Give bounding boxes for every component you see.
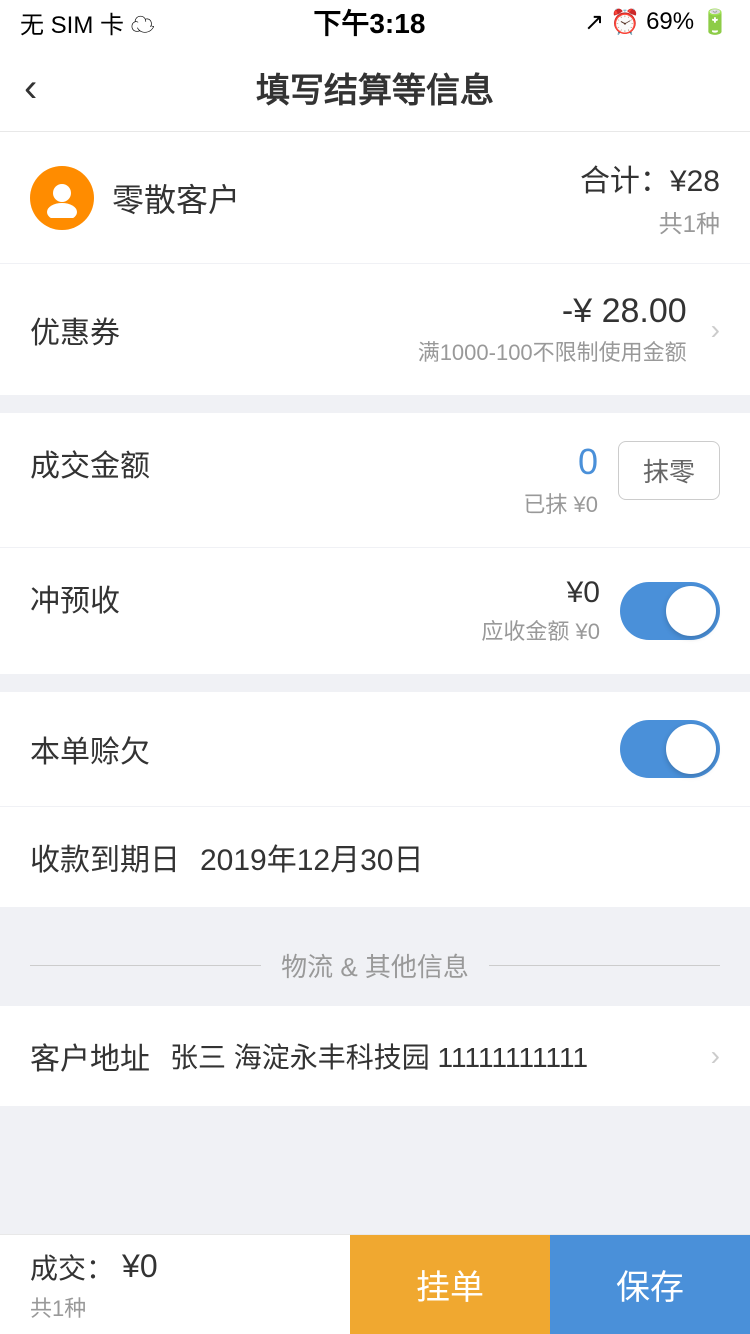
pending-button[interactable]: 挂单 xyxy=(350,1235,550,1334)
bottom-bar: 成交： ¥0 共1种 挂单 保存 xyxy=(0,1234,750,1334)
coupon-sub: 满1000-100不限制使用金额 xyxy=(418,335,687,367)
address-row[interactable]: 客户地址 张三 海淀永丰科技园 11111111111 › xyxy=(0,1006,750,1106)
prepay-label: 冲预收 xyxy=(30,576,120,620)
prepay-right: ¥0 应收金额 ¥0 xyxy=(481,576,720,646)
customer-right: 合计：¥28 共1种 xyxy=(580,156,720,239)
coupon-row[interactable]: 优惠券 -¥ 28.00 满1000-100不限制使用金额 › xyxy=(0,263,750,395)
address-value: 张三 海淀永丰科技园 11111111111 xyxy=(170,1036,703,1076)
bottom-transaction-label: 成交： xyxy=(30,1247,114,1287)
debt-row: 本单赊欠 xyxy=(0,692,750,806)
status-bar: 无 SIM 卡 ☁ 下午3:18 ↗ ⏰ 69% 🔋 xyxy=(0,0,750,44)
coupon-amount: -¥ 28.00 xyxy=(418,292,687,331)
debt-toggle[interactable] xyxy=(620,720,720,778)
page-spacer xyxy=(0,1124,750,1244)
save-button[interactable]: 保存 xyxy=(550,1235,750,1334)
transaction-sub: 已抹 ¥0 xyxy=(523,487,598,519)
toggle-thumb xyxy=(666,586,716,636)
total-count: 共1种 xyxy=(580,204,720,239)
page-title: 填写结算等信息 xyxy=(256,63,494,112)
status-time: 下午3:18 xyxy=(313,2,425,42)
bottom-transaction: 成交： ¥0 xyxy=(30,1247,320,1287)
transaction-info: 0 已抹 ¥0 xyxy=(523,441,598,519)
debt-label: 本单赊欠 xyxy=(30,727,150,771)
due-date-value: 2019年12月30日 xyxy=(200,835,423,879)
due-date-row: 收款到期日 2019年12月30日 xyxy=(0,806,750,907)
transaction-row: 成交金额 0 已抹 ¥0 抹零 xyxy=(0,413,750,547)
divider-line-right xyxy=(489,965,720,966)
due-date-label: 收款到期日 xyxy=(30,835,180,879)
logistics-label: 物流 & 其他信息 xyxy=(281,947,469,984)
prepay-row: 冲预收 ¥0 应收金额 ¥0 xyxy=(0,547,750,674)
prepay-info: ¥0 应收金额 ¥0 xyxy=(481,576,600,646)
bottom-transaction-amount: ¥0 xyxy=(122,1248,158,1285)
nav-bar: ‹ 填写结算等信息 xyxy=(0,44,750,132)
prepay-amount: ¥0 xyxy=(481,576,600,610)
total-amount: 合计：¥28 xyxy=(580,156,720,200)
address-section: 客户地址 张三 海淀永丰科技园 11111111111 › xyxy=(0,1006,750,1106)
debt-toggle-thumb xyxy=(666,724,716,774)
customer-left: 零散客户 xyxy=(30,166,240,230)
status-left: 无 SIM 卡 ☁ xyxy=(20,5,155,40)
avatar-icon xyxy=(42,178,82,218)
coupon-right: -¥ 28.00 满1000-100不限制使用金额 › xyxy=(418,292,720,367)
chevron-right-icon: › xyxy=(711,314,720,346)
transaction-label: 成交金额 xyxy=(30,441,150,485)
transaction-right: 0 已抹 ¥0 抹零 xyxy=(523,441,720,519)
prepay-toggle[interactable] xyxy=(620,582,720,640)
round-button[interactable]: 抹零 xyxy=(618,441,720,500)
address-chevron-icon: › xyxy=(711,1040,720,1072)
back-button[interactable]: ‹ xyxy=(24,68,37,108)
alarm-icon: ⏰ xyxy=(610,8,640,37)
customer-row: 零散客户 合计：¥28 共1种 xyxy=(0,132,750,263)
debt-section: 本单赊欠 收款到期日 2019年12月30日 xyxy=(0,692,750,907)
coupon-info: -¥ 28.00 满1000-100不限制使用金额 xyxy=(418,292,687,367)
transaction-value: 0 xyxy=(523,441,598,483)
customer-section: 零散客户 合计：¥28 共1种 优惠券 -¥ 28.00 满1000-100不限… xyxy=(0,132,750,395)
bottom-info: 成交： ¥0 共1种 xyxy=(0,1235,350,1334)
signal-text: 无 SIM 卡 ☁ xyxy=(20,5,155,40)
address-label: 客户地址 xyxy=(30,1034,150,1078)
status-right: ↗ ⏰ 69% 🔋 xyxy=(584,8,730,37)
bottom-count: 共1种 xyxy=(30,1291,320,1323)
coupon-label: 优惠券 xyxy=(30,308,120,352)
battery-icon: 🔋 xyxy=(700,8,730,37)
battery-text: 69% xyxy=(646,8,694,36)
transaction-section: 成交金额 0 已抹 ¥0 抹零 冲预收 ¥0 应收金额 ¥0 xyxy=(0,413,750,674)
divider-line-left xyxy=(30,965,261,966)
logistics-divider: 物流 & 其他信息 xyxy=(0,925,750,1006)
prepay-sub: 应收金额 ¥0 xyxy=(481,614,600,646)
customer-name: 零散客户 xyxy=(112,175,240,221)
location-icon: ↗ xyxy=(584,8,604,37)
avatar xyxy=(30,166,94,230)
